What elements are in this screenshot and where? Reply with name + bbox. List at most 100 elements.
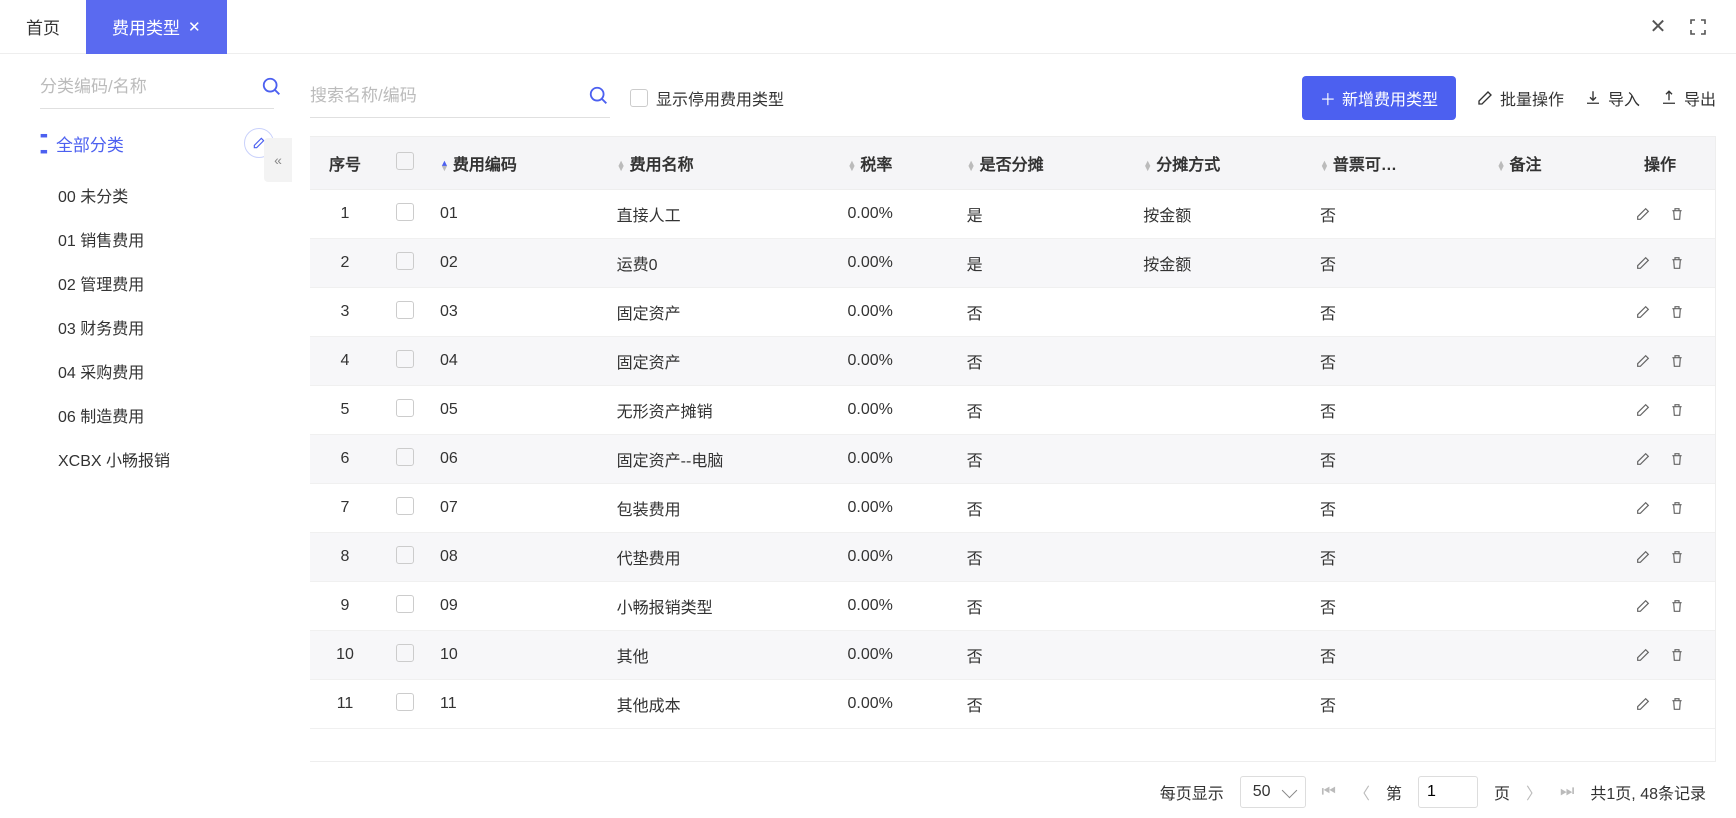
col-select-all[interactable] [380,137,430,190]
show-disabled-checkbox[interactable]: 显示停用费用类型 [630,86,784,110]
col-general[interactable]: ▲▼普票可… [1310,137,1487,190]
delete-row-button[interactable] [1669,353,1685,369]
delete-row-button[interactable] [1669,500,1685,516]
close-icon[interactable]: ✕ [188,18,201,36]
page-size-select[interactable]: 50 [1240,776,1306,808]
bulk-label: 批量操作 [1500,86,1564,110]
first-page-button[interactable]: ⏮ [1322,783,1336,801]
close-all-tabs-button[interactable]: ✕ [1638,7,1678,47]
search-icon[interactable] [588,85,610,107]
cell-share-mode [1133,582,1310,631]
edit-row-button[interactable] [1635,206,1651,222]
delete-row-button[interactable] [1669,304,1685,320]
cell-code: 06 [430,435,607,484]
page-number-input[interactable] [1418,776,1478,808]
tab-home-label: 首页 [26,14,60,39]
sidebar-item[interactable]: 04 采购费用 [58,349,274,393]
cell-rate: 0.00% [838,484,957,533]
cell-index: 8 [310,533,380,582]
col-code[interactable]: ▲▼费用编码 [430,137,607,190]
all-categories-row[interactable]: ▪▪▪▪ 全部分类 [40,127,274,159]
add-expense-type-button[interactable]: ＋ 新增费用类型 [1302,76,1456,120]
main-search-input[interactable] [310,86,588,106]
tab-home[interactable]: 首页 [0,0,86,54]
cell-checkbox[interactable] [380,288,430,337]
sidebar-item[interactable]: 06 制造费用 [58,393,274,437]
col-share-mode[interactable]: ▲▼分摊方式 [1133,137,1310,190]
cell-share: 否 [957,337,1134,386]
select-all-checkbox[interactable] [396,152,414,170]
col-name[interactable]: ▲▼费用名称 [607,137,838,190]
cell-checkbox[interactable] [380,484,430,533]
edit-row-button[interactable] [1635,647,1651,663]
edit-row-button[interactable] [1635,451,1651,467]
edit-row-button[interactable] [1635,353,1651,369]
edit-row-button[interactable] [1635,304,1651,320]
last-page-button[interactable]: ⏭ [1560,783,1574,801]
cell-remark [1487,386,1605,435]
cell-checkbox[interactable] [380,680,430,729]
cell-checkbox[interactable] [380,533,430,582]
cell-code: 04 [430,337,607,386]
cell-share: 否 [957,680,1134,729]
sidebar-item[interactable]: XCBX 小畅报销 [58,437,274,481]
delete-row-button[interactable] [1669,451,1685,467]
col-share[interactable]: ▲▼是否分摊 [957,137,1134,190]
col-index[interactable]: 序号 [310,137,380,190]
col-remark[interactable]: ▲▼备注 [1487,137,1605,190]
delete-row-button[interactable] [1669,206,1685,222]
cell-checkbox[interactable] [380,337,430,386]
table-row: 404固定资产0.00%否否 [310,337,1715,386]
cell-remark [1487,435,1605,484]
sidebar-item[interactable]: 00 未分类 [58,173,274,217]
edit-row-button[interactable] [1635,255,1651,271]
cell-general: 否 [1310,484,1487,533]
delete-row-button[interactable] [1669,647,1685,663]
cell-checkbox[interactable] [380,190,430,239]
export-button[interactable]: 导出 [1660,86,1716,110]
cell-checkbox[interactable] [380,239,430,288]
delete-row-button[interactable] [1669,696,1685,712]
table-row: 707包装费用0.00%否否 [310,484,1715,533]
tab-bar: 首页 费用类型 ✕ ✕ [0,0,1736,54]
cell-checkbox[interactable] [380,435,430,484]
cell-checkbox[interactable] [380,631,430,680]
cell-checkbox[interactable] [380,386,430,435]
cell-operations [1605,582,1715,631]
search-icon[interactable] [261,76,283,98]
import-button[interactable]: 导入 [1584,86,1640,110]
collapse-sidebar-button[interactable]: « [264,138,292,182]
cell-general: 否 [1310,435,1487,484]
prev-page-button[interactable]: 〈 [1354,780,1370,804]
cell-checkbox[interactable] [380,582,430,631]
cell-name: 固定资产--电脑 [607,435,838,484]
edit-row-button[interactable] [1635,402,1651,418]
delete-row-button[interactable] [1669,402,1685,418]
edit-row-button[interactable] [1635,500,1651,516]
bulk-action-button[interactable]: 批量操作 [1476,86,1564,110]
edit-row-button[interactable] [1635,696,1651,712]
delete-row-button[interactable] [1669,598,1685,614]
sidebar-search [40,70,274,109]
cell-operations [1605,337,1715,386]
grid-icon: ▪▪▪▪ [40,127,46,159]
cell-rate: 0.00% [838,582,957,631]
delete-row-button[interactable] [1669,549,1685,565]
plus-icon: ＋ [1320,86,1336,110]
sidebar-item[interactable]: 02 管理费用 [58,261,274,305]
fullscreen-icon[interactable] [1678,7,1718,47]
sidebar-item[interactable]: 03 财务费用 [58,305,274,349]
sidebar-item[interactable]: 01 销售费用 [58,217,274,261]
table-row: 1111其他成本0.00%否否 [310,680,1715,729]
edit-row-button[interactable] [1635,549,1651,565]
cell-index: 3 [310,288,380,337]
cell-share-mode: 按金额 [1133,239,1310,288]
next-page-button[interactable]: 〉 [1526,780,1542,804]
cell-name: 其他 [607,631,838,680]
col-rate[interactable]: ▲▼税率 [838,137,957,190]
sidebar-search-input[interactable] [40,77,261,97]
edit-row-button[interactable] [1635,598,1651,614]
table-row: 606固定资产--电脑0.00%否否 [310,435,1715,484]
delete-row-button[interactable] [1669,255,1685,271]
tab-expense-type[interactable]: 费用类型 ✕ [86,0,227,54]
